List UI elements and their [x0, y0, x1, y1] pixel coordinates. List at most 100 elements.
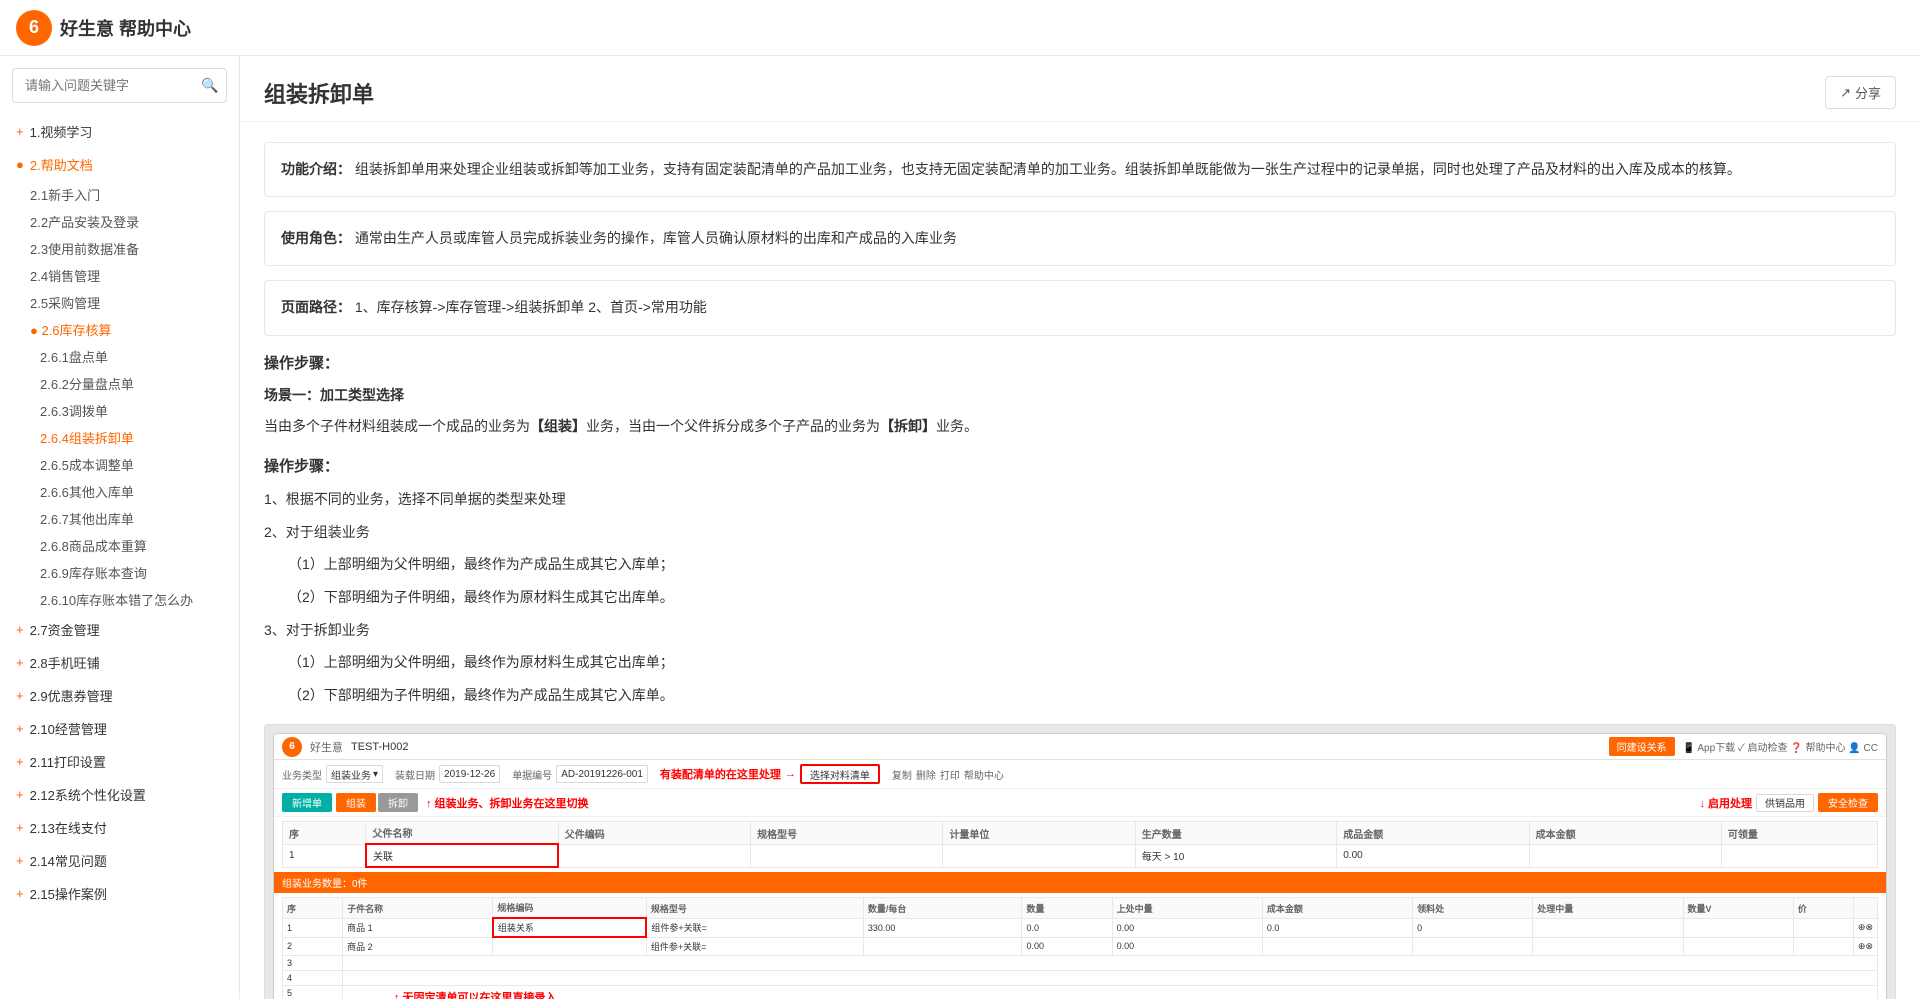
- sidebar-item-faq[interactable]: + 2.14常见问题: [0, 844, 239, 877]
- mock-interface: 6 好生意 TEST-H002 同建设关系 📱 App下载 ✓ 启动检查 ❓ 帮…: [273, 733, 1887, 999]
- plus-icon: +: [16, 124, 24, 139]
- mock-child-cell-code-1: 组装关系: [493, 918, 647, 937]
- mock-col-parent-name: 父件名称: [366, 822, 558, 845]
- mock-cell-parent-name: 关联: [366, 844, 558, 867]
- share-button[interactable]: ↗ 分享: [1825, 76, 1896, 109]
- mock-annotation2-area: ↑ 组装业务、拆卸业务在这里切换: [426, 795, 589, 811]
- mock-child-table: 序 子件名称 规格编码 规格型号 数量/每台 数量 上处中量 成本金额 领料处: [282, 897, 1878, 999]
- scenario1-desc: 当由多个子件材料组装成一个成品的业务为【组装】业务，当由一个父件拆分成多个子产品…: [264, 413, 1896, 440]
- search-input[interactable]: [25, 78, 201, 93]
- sidebar-item-payment[interactable]: + 2.13在线支付: [0, 811, 239, 844]
- plus-icon-8: +: [16, 820, 24, 835]
- mock-child-cell-qtyv-2: [1683, 937, 1793, 955]
- mock-col-cost-amt: 成本金额: [1529, 822, 1721, 845]
- sidebar-item-video[interactable]: + 1.视频学习: [0, 115, 239, 148]
- sidebar-item-custom-label: 2.12系统个性化设置: [30, 785, 146, 804]
- annotation3-text: ↓ 启用处理: [1699, 795, 1752, 811]
- mock-child-col-qty-unit: 数量/每台: [863, 898, 1022, 919]
- sidebar-item-stock-query[interactable]: 2.6.9库存账本查询: [0, 559, 239, 586]
- annotation2-text: ↑ 组装业务、拆卸业务在这里切换: [426, 798, 589, 810]
- sidebar-item-finance[interactable]: + 2.7资金管理: [0, 613, 239, 646]
- mock-system-bar: 6 好生意 TEST-H002 同建设关系 📱 App下载 ✓ 启动检查 ❓ 帮…: [274, 734, 1886, 760]
- mock-parent-table-area: 序 父件名称 父件编码 规格型号 计量单位 生产数量 成品金额 成本金额 可领量: [274, 817, 1886, 872]
- mock-delete-btn[interactable]: 删除: [916, 767, 936, 782]
- annotation1-text: 有装配清单的在这里处理: [660, 766, 781, 782]
- mock-col-available: 可领量: [1721, 822, 1877, 845]
- table-row: 2 商品 2 组件参+关联= 0.00 0.00: [283, 937, 1878, 955]
- path-label: 页面路径：: [281, 299, 351, 315]
- mock-cell-unit: [943, 844, 1135, 867]
- mock-type-input[interactable]: 组装业务 ▾: [326, 765, 383, 783]
- sidebar-item-payment-label: 2.13在线支付: [30, 818, 107, 837]
- sidebar-item-operation[interactable]: + 2.10经营管理: [0, 712, 239, 745]
- sidebar-item-mobile[interactable]: + 2.8手机旺铺: [0, 646, 239, 679]
- mock-child-cell-empty-3: [343, 955, 1878, 970]
- sidebar-item-stock-cost[interactable]: 2.6.5成本调整单: [0, 451, 239, 478]
- mock-child-cell-qtyunit-2: [863, 937, 1022, 955]
- mock-num-input[interactable]: AD-20191226-001: [556, 765, 648, 783]
- mock-status-value: 供销品用: [1765, 795, 1805, 810]
- mock-type-field: 业务类型 组装业务 ▾: [282, 765, 383, 783]
- mock-child-cell-action-1[interactable]: ⊕⊗: [1853, 918, 1877, 937]
- sidebar-item-faq-label: 2.14常见问题: [30, 851, 107, 870]
- sidebar-item-stock-cost2[interactable]: 2.6.8商品成本重算: [0, 532, 239, 559]
- mock-child-cell-action-2[interactable]: ⊕⊗: [1853, 937, 1877, 955]
- mock-child-col-pick: 领料处: [1413, 898, 1533, 919]
- sidebar-item-purchase[interactable]: 2.5采购管理: [0, 289, 239, 316]
- sidebar-item-stock-out[interactable]: 2.6.7其他出库单: [0, 505, 239, 532]
- screenshot-container: 6 好生意 TEST-H002 同建设关系 📱 App下载 ✓ 启动检查 ❓ 帮…: [264, 724, 1896, 999]
- step2-1: （1）上部明细为父件明细，最终作为产成品生成其它入库单；: [288, 551, 1896, 578]
- mock-child-cell-empty-4: [343, 970, 1878, 985]
- sidebar-item-coupon[interactable]: + 2.9优惠券管理: [0, 679, 239, 712]
- mock-child-col-action: [1853, 898, 1877, 919]
- intro-label: 功能介绍：: [281, 161, 351, 177]
- mock-toolbar-btns: 新增单 组装 拆卸: [282, 793, 418, 812]
- mock-status-input[interactable]: 供销品用: [1756, 794, 1814, 812]
- mock-disassemble-btn[interactable]: 拆卸: [378, 793, 418, 812]
- mock-help-btn[interactable]: 帮助中心: [964, 767, 1004, 782]
- mock-assemble-btn[interactable]: 组装: [336, 793, 376, 812]
- mock-new-doc-btn[interactable]: 新增单: [282, 793, 332, 812]
- search-box[interactable]: 🔍: [12, 68, 227, 103]
- sidebar-item-stock-err[interactable]: 2.6.10库存账本错了怎么办: [0, 586, 239, 613]
- sidebar-item-stock-assemble[interactable]: 2.6.4组装拆卸单: [0, 424, 239, 451]
- mock-safety-btn[interactable]: 安全检查: [1818, 793, 1878, 812]
- table-row: 1 关联 每天 > 10 0.00: [283, 844, 1878, 867]
- sidebar-item-sales[interactable]: 2.4销售管理: [0, 262, 239, 289]
- sidebar-item-docs-label: 2.帮助文档: [30, 155, 93, 174]
- sidebar-item-stock-in[interactable]: 2.6.6其他入库单: [0, 478, 239, 505]
- topbar: 6 好生意 帮助中心: [0, 0, 1920, 56]
- mock-select-bom-btn[interactable]: 选择对料清单: [800, 764, 880, 784]
- sidebar-item-stock-adj[interactable]: 2.6.3调拨单: [0, 397, 239, 424]
- sidebar-item-case[interactable]: + 2.15操作案例: [0, 877, 239, 910]
- mock-type-switch: 组装 拆卸: [336, 793, 418, 812]
- intro-text: 组装拆卸单用来处理企业组装或拆卸等加工业务，支持有固定装配清单的产品加工业务，也…: [355, 161, 1741, 177]
- mock-new-btn[interactable]: 同建设关系: [1609, 737, 1675, 756]
- sidebar-item-data[interactable]: 2.3使用前数据准备: [0, 235, 239, 262]
- mock-child-col-seq: 序: [283, 898, 343, 919]
- sidebar-item-stock[interactable]: ● 2.6库存核算: [0, 316, 239, 343]
- sidebar-item-docs[interactable]: ● 2.帮助文档: [0, 148, 239, 181]
- mock-form-bar: 业务类型 组装业务 ▾ 装载日期 2019-12-26: [274, 760, 1886, 789]
- step2-2: （2）下部明细为子件明细，最终作为原材料生成其它出库单。: [288, 584, 1896, 611]
- sidebar-item-custom[interactable]: + 2.12系统个性化设置: [0, 778, 239, 811]
- logo-icon: 6: [16, 10, 52, 46]
- mock-child-cell-proc2-1: [1533, 918, 1683, 937]
- step1: 1、根据不同的业务，选择不同单据的类型来处理: [264, 486, 1896, 513]
- sidebar-item-install[interactable]: 2.2产品安装及登录: [0, 208, 239, 235]
- mock-cell-product-amt: 0.00: [1337, 844, 1529, 867]
- sidebar-item-finance-label: 2.7资金管理: [30, 620, 100, 639]
- sidebar-item-stock-check[interactable]: 2.6.1盘点单: [0, 343, 239, 370]
- sidebar-item-stock-dist[interactable]: 2.6.2分量盘点单: [0, 370, 239, 397]
- mock-col-unit: 计量单位: [943, 822, 1135, 845]
- mock-print-btn[interactable]: 打印: [940, 767, 960, 782]
- sidebar-item-print[interactable]: + 2.11打印设置: [0, 745, 239, 778]
- mock-copy-btn[interactable]: 复制: [892, 767, 912, 782]
- sidebar-item-new[interactable]: 2.1新手入门: [0, 181, 239, 208]
- mock-date-input[interactable]: 2019-12-26: [439, 765, 500, 783]
- mock-toolbar-row: 新增单 组装 拆卸 ↑ 组装业务、拆卸业务在这里切换: [274, 789, 1886, 817]
- sidebar-item-print-label: 2.11打印设置: [30, 752, 106, 771]
- scenario1-steps-title: 操作步骤：: [264, 455, 1896, 476]
- mock-col-product-amt: 成品金额: [1337, 822, 1529, 845]
- scenario1-desc-text: 当由多个子件材料组装成一个成品的业务为【组装】业务，当由一个父件拆分成多个子产品…: [264, 413, 1896, 440]
